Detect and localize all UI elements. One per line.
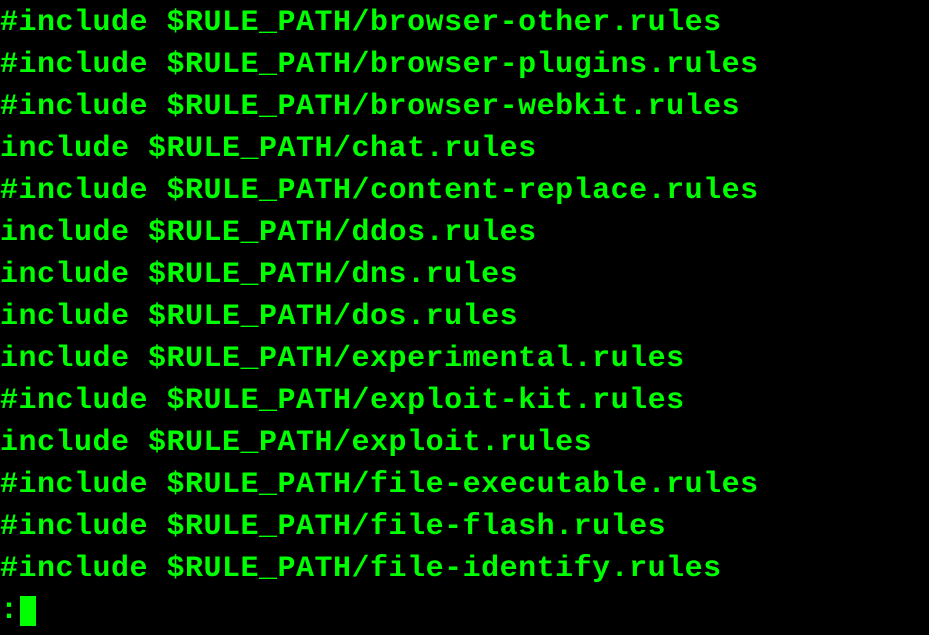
config-line: include $RULE_PATH/dos.rules: [0, 296, 929, 338]
config-line: #include $RULE_PATH/content-replace.rule…: [0, 170, 929, 212]
config-line: include $RULE_PATH/ddos.rules: [0, 212, 929, 254]
config-line: include $RULE_PATH/dns.rules: [0, 254, 929, 296]
prompt-char: :: [0, 590, 18, 632]
config-line: include $RULE_PATH/experimental.rules: [0, 338, 929, 380]
config-line: #include $RULE_PATH/browser-other.rules: [0, 2, 929, 44]
config-line: #include $RULE_PATH/exploit-kit.rules: [0, 380, 929, 422]
config-line: #include $RULE_PATH/file-identify.rules: [0, 548, 929, 590]
config-line: include $RULE_PATH/chat.rules: [0, 128, 929, 170]
config-line: #include $RULE_PATH/browser-webkit.rules: [0, 86, 929, 128]
config-line: #include $RULE_PATH/browser-plugins.rule…: [0, 44, 929, 86]
config-line: #include $RULE_PATH/file-flash.rules: [0, 506, 929, 548]
cursor: [20, 596, 36, 626]
config-line: #include $RULE_PATH/file-executable.rule…: [0, 464, 929, 506]
command-line[interactable]: :: [0, 590, 929, 632]
config-line: include $RULE_PATH/exploit.rules: [0, 422, 929, 464]
